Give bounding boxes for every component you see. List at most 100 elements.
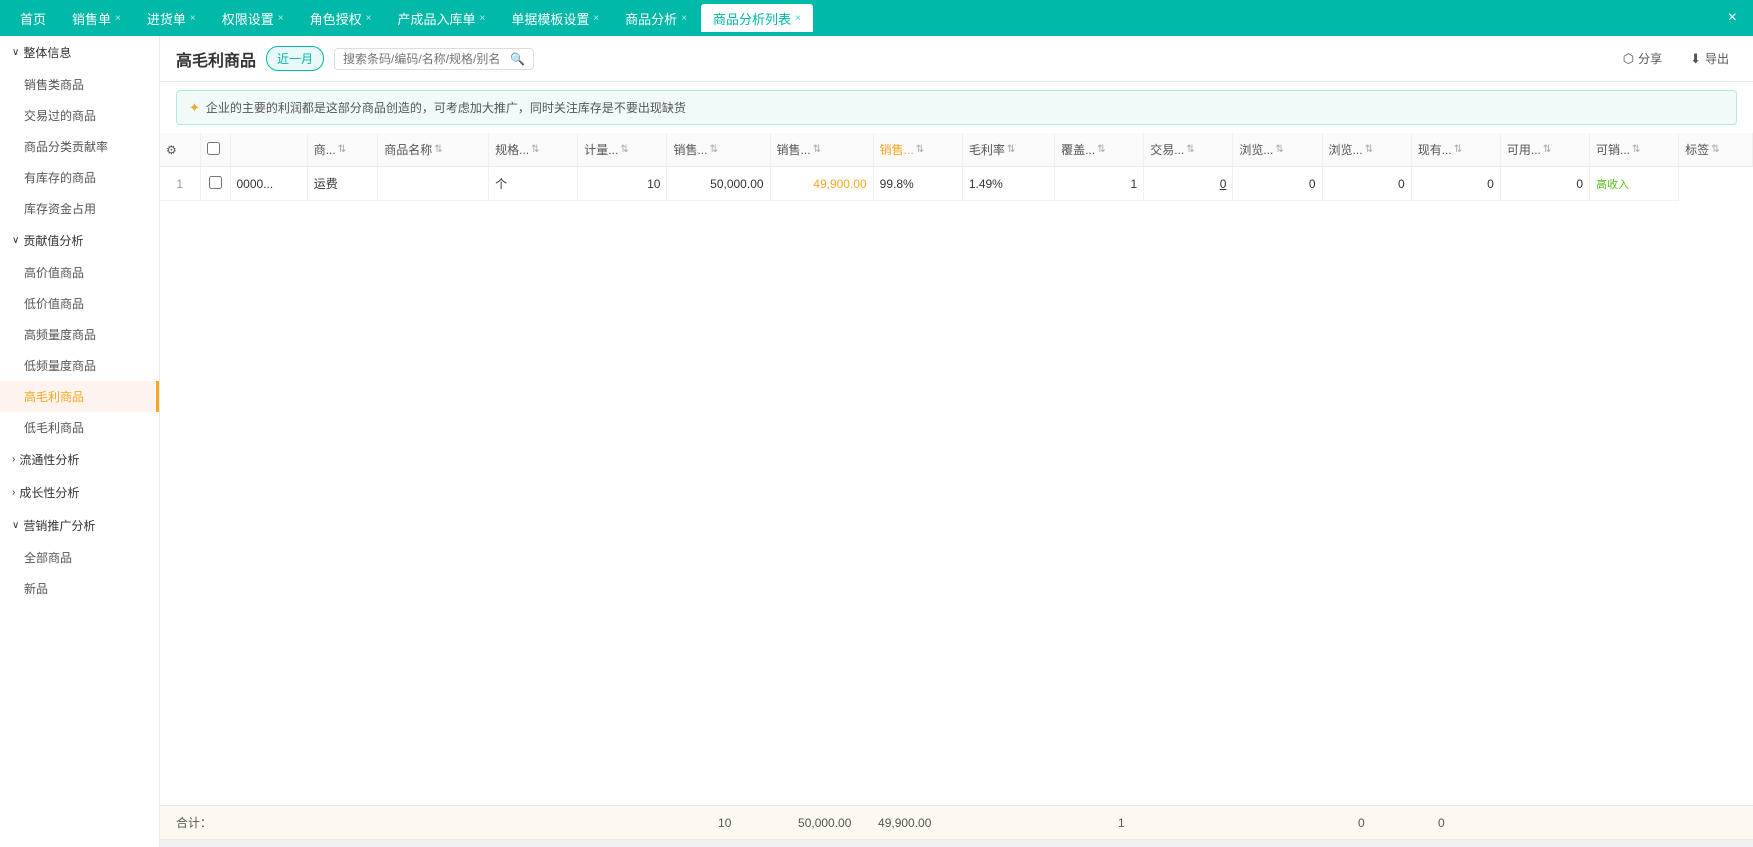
- close-tab-icon[interactable]: ×: [278, 13, 284, 24]
- footer-cell-5: [632, 816, 712, 830]
- nav-tab-product-analysis[interactable]: 商品分析×: [613, 4, 699, 32]
- table-row[interactable]: 10000...运费个1050,000.0049,900.0099.8%1.49…: [160, 167, 1753, 201]
- col-header-current_stock[interactable]: 现有...⇅: [1411, 133, 1500, 167]
- sidebar-item-in-stock-goods[interactable]: 有库存的商品: [0, 162, 159, 193]
- settings-icon[interactable]: ⚙: [166, 143, 177, 157]
- col-header-spec[interactable]: 规格...⇅: [489, 133, 578, 167]
- nav-tab-sales[interactable]: 销售单 ×: [60, 4, 133, 32]
- footer-cell-3: [472, 816, 552, 830]
- export-button[interactable]: ⬇ 导出: [1682, 46, 1737, 71]
- col-label-name: 商品名称: [384, 141, 432, 158]
- col-header-margin_rate[interactable]: 毛利率⇅: [962, 133, 1054, 167]
- sidebar: ∨整体信息销售类商品交易过的商品商品分类贡献率有库存的商品库存资金占用∨贡献值分…: [0, 36, 160, 847]
- sort-icon: ⇅: [1007, 144, 1015, 155]
- col-header-sales_amount[interactable]: 销售...⇅: [770, 133, 873, 167]
- col-header-code[interactable]: 商...⇅: [307, 133, 378, 167]
- sidebar-group-header-growth-analysis[interactable]: ›成长性分析: [0, 476, 159, 509]
- row-spec: [378, 167, 489, 201]
- table-container[interactable]: ⚙商...⇅商品名称⇅规格...⇅计量...⇅销售...⇅销售...⇅销售...…: [160, 133, 1753, 805]
- col-header-browse1[interactable]: 浏览...⇅: [1233, 133, 1322, 167]
- sidebar-group-header-overall[interactable]: ∨整体信息: [0, 36, 159, 69]
- nav-tab-label: 单据模板设置: [511, 9, 589, 28]
- sidebar-item-high-freq-goods[interactable]: 高频量度商品: [0, 319, 159, 350]
- col-label-tag: 标签: [1685, 141, 1709, 158]
- sort-icon: ⇅: [434, 144, 442, 155]
- close-tab-icon[interactable]: ×: [366, 13, 372, 24]
- col-header-coverage[interactable]: 覆盖...⇅: [1055, 133, 1144, 167]
- sidebar-item-new-goods[interactable]: 新品: [0, 573, 159, 604]
- nav-tab-label: 角色授权: [310, 9, 362, 28]
- sidebar-group-header-value-analysis[interactable]: ∨贡献值分析: [0, 224, 159, 257]
- col-header-sales_qty[interactable]: 销售...⇅: [667, 133, 770, 167]
- sidebar-item-goods-contribution[interactable]: 商品分类贡献率: [0, 131, 159, 162]
- share-button[interactable]: ⬡ 分享: [1615, 46, 1670, 71]
- col-header-sales_cost[interactable]: 销售...⇅: [873, 133, 962, 167]
- sidebar-item-sales-goods[interactable]: 销售类商品: [0, 69, 159, 100]
- close-tab-icon[interactable]: ×: [681, 13, 687, 24]
- row-sales-amount: 50,000.00: [667, 167, 770, 201]
- horizontal-scrollbar[interactable]: [160, 839, 1753, 847]
- sidebar-arrow-growth-analysis: ›: [12, 487, 15, 498]
- col-header-tag[interactable]: 标签⇅: [1679, 133, 1753, 167]
- sidebar-item-all-goods[interactable]: 全部商品: [0, 542, 159, 573]
- sidebar-item-high-margin-goods[interactable]: 高毛利商品: [0, 381, 159, 412]
- col-header-name[interactable]: 商品名称⇅: [378, 133, 489, 167]
- close-tab-icon[interactable]: ×: [593, 13, 599, 24]
- footer-cell-9: [952, 816, 1032, 830]
- col-header-browse2[interactable]: 浏览...⇅: [1322, 133, 1411, 167]
- nav-tab-label: 进货单: [147, 9, 186, 28]
- nav-tab-role-permission[interactable]: 角色授权 ×: [298, 4, 384, 32]
- search-input[interactable]: [343, 52, 506, 66]
- search-box[interactable]: 🔍: [334, 48, 534, 70]
- close-tab-icon[interactable]: ×: [795, 13, 801, 24]
- row-unit: 个: [489, 167, 578, 201]
- sidebar-item-traded-goods[interactable]: 交易过的商品: [0, 100, 159, 131]
- nav-tab-order-template[interactable]: 单据模板设置 ×: [499, 4, 611, 32]
- filter-month-button[interactable]: 近一月: [266, 46, 324, 71]
- page-title: 高毛利商品: [176, 47, 256, 71]
- close-tab-icon[interactable]: ×: [190, 13, 196, 24]
- sort-icon: ⇅: [709, 144, 717, 155]
- sidebar-arrow-value-analysis: ∨: [12, 235, 19, 246]
- sort-icon: ⇅: [531, 144, 539, 155]
- sidebar-group-header-marketing-analysis[interactable]: ∨营销推广分析: [0, 509, 159, 542]
- sort-icon: ⇅: [1711, 144, 1719, 155]
- content-area: 高毛利商品 近一月 🔍 ⬡ 分享 ⬇ 导出 ✦ 企业的主要的利润都是这部分商品创…: [160, 36, 1753, 847]
- col-header-num: [230, 133, 307, 167]
- col-header-unit[interactable]: 计量...⇅: [578, 133, 667, 167]
- col-header-sellable[interactable]: 可销...⇅: [1590, 133, 1679, 167]
- nav-tab-product-analysis-list[interactable]: 商品分析列表×: [701, 4, 813, 32]
- close-all-button[interactable]: ×: [1720, 9, 1745, 27]
- col-label-current_stock: 现有...: [1418, 141, 1452, 158]
- sidebar-group-label-trend-analysis: 流通性分析: [19, 451, 79, 468]
- nav-tab-label: 销售单: [72, 9, 111, 28]
- sidebar-group-growth-analysis: ›成长性分析: [0, 476, 159, 509]
- row-browse1[interactable]: 0: [1144, 167, 1233, 201]
- close-tab-icon[interactable]: ×: [115, 13, 121, 24]
- row-checkbox[interactable]: [209, 176, 222, 189]
- nav-tab-permission-settings[interactable]: 权限设置 ×: [210, 4, 296, 32]
- col-label-sellable: 可销...: [1596, 141, 1630, 158]
- col-label-browse2: 浏览...: [1329, 141, 1363, 158]
- col-header-trade_count[interactable]: 交易...⇅: [1144, 133, 1233, 167]
- sidebar-item-low-value-goods[interactable]: 低价值商品: [0, 288, 159, 319]
- select-all-checkbox[interactable]: [207, 142, 220, 155]
- sort-icon: ⇅: [1454, 144, 1462, 155]
- row-coverage: 1.49%: [962, 167, 1054, 201]
- nav-tab-product-warehouse[interactable]: 产成品入库单 ×: [385, 4, 497, 32]
- nav-tab-home[interactable]: 首页: [8, 4, 58, 32]
- sort-icon: ⇅: [813, 144, 821, 155]
- sidebar-group-label-overall: 整体信息: [23, 44, 71, 61]
- sidebar-item-capital-occupation[interactable]: 库存资金占用: [0, 193, 159, 224]
- sidebar-item-high-value-goods[interactable]: 高价值商品: [0, 257, 159, 288]
- nav-tab-label: 权限设置: [222, 9, 274, 28]
- sidebar-group-value-analysis: ∨贡献值分析高价值商品低价值商品高频量度商品低频量度商品高毛利商品低毛利商品: [0, 224, 159, 443]
- close-tab-icon[interactable]: ×: [479, 13, 485, 24]
- sidebar-group-header-trend-analysis[interactable]: ›流通性分析: [0, 443, 159, 476]
- nav-tab-label: 产成品入库单: [397, 9, 475, 28]
- search-icon[interactable]: 🔍: [510, 52, 525, 66]
- nav-tab-purchase[interactable]: 进货单 ×: [135, 4, 208, 32]
- sidebar-item-low-margin-goods[interactable]: 低毛利商品: [0, 412, 159, 443]
- col-header-available[interactable]: 可用...⇅: [1500, 133, 1589, 167]
- sidebar-item-low-freq-goods[interactable]: 低频量度商品: [0, 350, 159, 381]
